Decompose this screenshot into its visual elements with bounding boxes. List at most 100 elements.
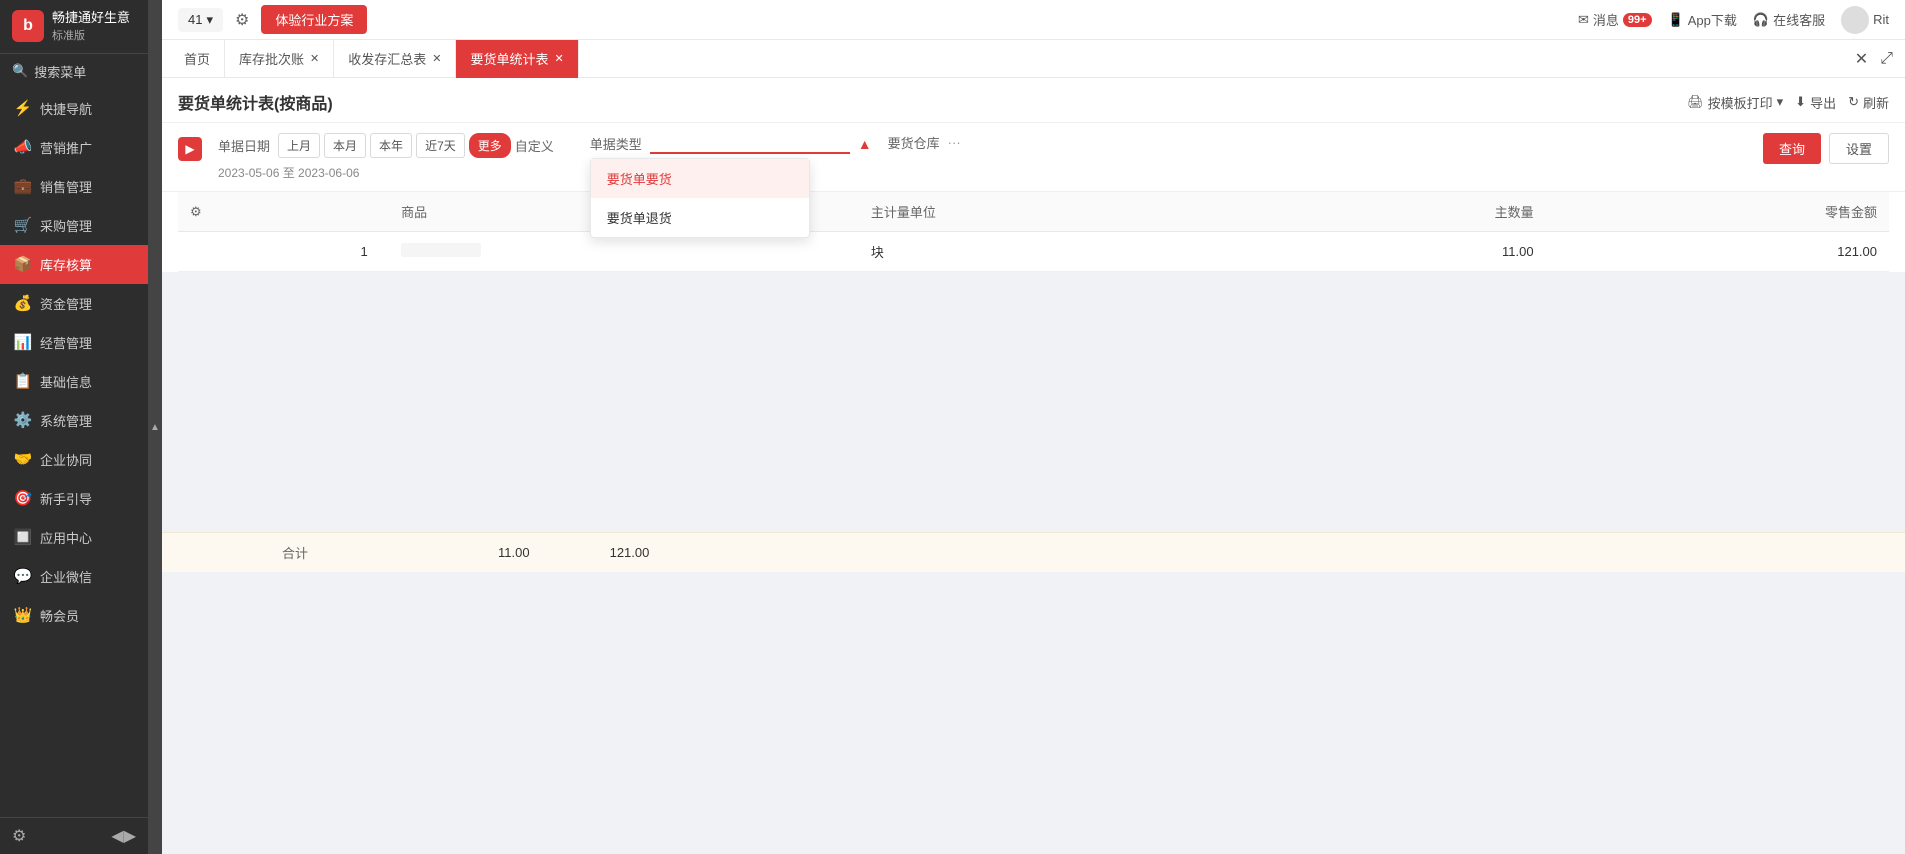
service-icon: 🎧 [1753, 12, 1769, 28]
col-index-header [339, 192, 389, 232]
type-dropdown-menu: 要货单要货 要货单退货 [590, 158, 810, 238]
type-input[interactable] [650, 133, 850, 154]
settings-button[interactable]: 设置 [1829, 133, 1889, 164]
header-right: ✉ 消息 99+ 📱 App下载 🎧 在线客服 Rit [1578, 6, 1889, 34]
tab-home[interactable]: 首页 [170, 40, 225, 78]
sidebar-item-wechat[interactable]: 💬 企业微信 [0, 557, 148, 596]
sidebar-item-operations[interactable]: 📊 经营管理 [0, 323, 148, 362]
mobile-icon: 📱 [1668, 12, 1684, 28]
tab-order-stats-label: 要货单统计表 [470, 49, 548, 68]
dropdown-item-return-label: 要货单退货 [607, 211, 672, 226]
marketing-icon: 📣 [14, 138, 32, 156]
sales-icon: 💼 [14, 177, 32, 195]
sidebar-search[interactable]: 🔍 搜索菜单 [0, 54, 148, 89]
warehouse-filter-section: 要货仓库 ··· [888, 133, 961, 152]
date-btn-last-7-days[interactable]: 近7天 [416, 133, 465, 158]
sidebar-logo: b 畅捷通好生意 标准版 [0, 0, 148, 54]
sidebar-item-finance[interactable]: 💰 资金管理 [0, 284, 148, 323]
date-btn-this-year[interactable]: 本年 [370, 133, 412, 158]
sidebar-item-marketing[interactable]: 📣 营销推广 [0, 128, 148, 167]
page-title: 要货单统计表(按商品) [178, 90, 333, 114]
messages-item[interactable]: ✉ 消息 99+ [1578, 10, 1652, 29]
sidebar-item-app-center[interactable]: 🔲 应用中心 [0, 518, 148, 557]
sidebar-item-label: 企业协同 [40, 450, 92, 469]
sidebar-item-quick-nav[interactable]: ⚡ 快捷导航 [0, 89, 148, 128]
sidebar-item-guide[interactable]: 🎯 新手引导 [0, 479, 148, 518]
dropdown-item-return[interactable]: 要货单退货 [591, 198, 809, 237]
online-service-label: 在线客服 [1773, 10, 1825, 29]
tabs-close-all-button[interactable]: ✕ [1851, 45, 1872, 73]
sidebar-item-sales[interactable]: 💼 销售管理 [0, 167, 148, 206]
row-unit-cell: 块 [859, 232, 1261, 272]
settings-icon: ⚙ [190, 204, 202, 219]
filter-expand-button[interactable]: ▶ [178, 137, 202, 161]
operations-icon: 📊 [14, 333, 32, 351]
sidebar-item-inventory[interactable]: 📦 库存核算 [0, 245, 148, 284]
row-quantity-cell: 11.00 [1261, 232, 1546, 272]
sidebar-item-label: 系统管理 [40, 411, 92, 430]
tab-home-label: 首页 [184, 49, 210, 68]
sidebar-item-system[interactable]: ⚙️ 系统管理 [0, 401, 148, 440]
finance-icon: 💰 [14, 294, 32, 312]
sidebar-bottom: ⚙ ◀▶ [0, 817, 148, 854]
sidebar-item-basics[interactable]: 📋 基础信息 [0, 362, 148, 401]
dropdown-item-order-label: 要货单要货 [607, 172, 672, 187]
tab-inventory-batch-close[interactable]: ✕ [310, 52, 319, 65]
chevron-up-icon[interactable]: ▲ [858, 136, 872, 152]
gear-icon[interactable]: ⚙ [235, 10, 249, 30]
collapse-icon[interactable]: ◀▶ [111, 826, 136, 846]
row-settings-cell [178, 232, 339, 272]
tabs-expand-button[interactable]: ⤢ [1876, 46, 1897, 72]
quick-nav-icon: ⚡ [14, 99, 32, 117]
query-button[interactable]: 查询 [1763, 133, 1821, 164]
tab-inventory-batch[interactable]: 库存批次账 ✕ [225, 40, 334, 78]
date-btn-more[interactable]: 更多 [469, 133, 511, 158]
col-unit-header: 主计量单位 [859, 192, 1261, 232]
sidebar-item-label: 企业微信 [40, 567, 92, 586]
tab-receive-summary[interactable]: 收发存汇总表 ✕ [334, 40, 456, 78]
logo-name: 畅捷通好生意 [52, 10, 130, 27]
sidebar-item-vip[interactable]: 👑 畅会员 [0, 596, 148, 635]
footer-quantity-value: 11.00 [498, 545, 530, 560]
company-number: 41 [188, 12, 202, 27]
sidebar-item-purchase[interactable]: 🛒 采购管理 [0, 206, 148, 245]
print-template-action[interactable]: 🖨 按模板打印 ▾ [1687, 93, 1783, 112]
col-quantity-header: 主数量 [1261, 192, 1546, 232]
app-download-item[interactable]: 📱 App下载 [1668, 10, 1737, 29]
footer-amount-value: 121.00 [610, 545, 650, 560]
tabs-bar: 首页 库存批次账 ✕ 收发存汇总表 ✕ 要货单统计表 ✕ ✕ ⤢ [162, 40, 1905, 78]
data-table: ⚙ 商品 主计量单位 主数量 零售金额 1 [178, 192, 1889, 272]
user-avatar-item[interactable]: Rit [1841, 6, 1889, 34]
tab-order-stats-close[interactable]: ✕ [555, 52, 564, 65]
export-action[interactable]: ⬇ 导出 [1795, 93, 1836, 112]
online-service-item[interactable]: 🎧 在线客服 [1753, 10, 1825, 29]
custom-label: 自定义 [515, 136, 554, 155]
refresh-label: 刷新 [1863, 93, 1889, 112]
sidebar-item-label: 资金管理 [40, 294, 92, 313]
warehouse-ellipsis-button[interactable]: ··· [948, 135, 961, 150]
company-dropdown[interactable]: 41 ▾ [178, 8, 223, 32]
tab-receive-summary-close[interactable]: ✕ [432, 52, 441, 65]
table-body: 1 块 11.00 121.00 [178, 232, 1889, 272]
inventory-icon: 📦 [14, 255, 32, 273]
settings-bottom-icon[interactable]: ⚙ [12, 826, 26, 846]
date-btn-this-month[interactable]: 本月 [324, 133, 366, 158]
filter-actions: 查询 设置 [1763, 133, 1889, 164]
sidebar-scroll-handle[interactable]: ▲ [148, 0, 162, 854]
tab-order-stats[interactable]: 要货单统计表 ✕ [456, 40, 578, 78]
col-settings-header[interactable]: ⚙ [178, 192, 339, 232]
trial-button[interactable]: 体验行业方案 [261, 5, 367, 34]
date-btn-last-month[interactable]: 上月 [278, 133, 320, 158]
tabs-right-controls: ✕ ⤢ [1851, 45, 1897, 73]
sidebar-item-enterprise[interactable]: 🤝 企业协同 [0, 440, 148, 479]
refresh-action[interactable]: ↻ 刷新 [1848, 93, 1889, 112]
main-area: 41 ▾ ⚙ 体验行业方案 ✉ 消息 99+ 📱 App下载 🎧 在线客服 R [162, 0, 1905, 854]
enterprise-icon: 🤝 [14, 450, 32, 468]
type-filter-section: 单据类型 ▲ 要货单要货 要货单退货 [590, 133, 872, 154]
sidebar-item-label: 基础信息 [40, 372, 92, 391]
sidebar-item-label: 快捷导航 [40, 99, 92, 118]
dropdown-item-order[interactable]: 要货单要货 [591, 159, 809, 198]
chevron-down-icon: ▾ [206, 12, 213, 28]
basics-icon: 📋 [14, 372, 32, 390]
page-content: 要货单统计表(按商品) 🖨 按模板打印 ▾ ⬇ 导出 ↻ 刷新 [162, 78, 1905, 854]
